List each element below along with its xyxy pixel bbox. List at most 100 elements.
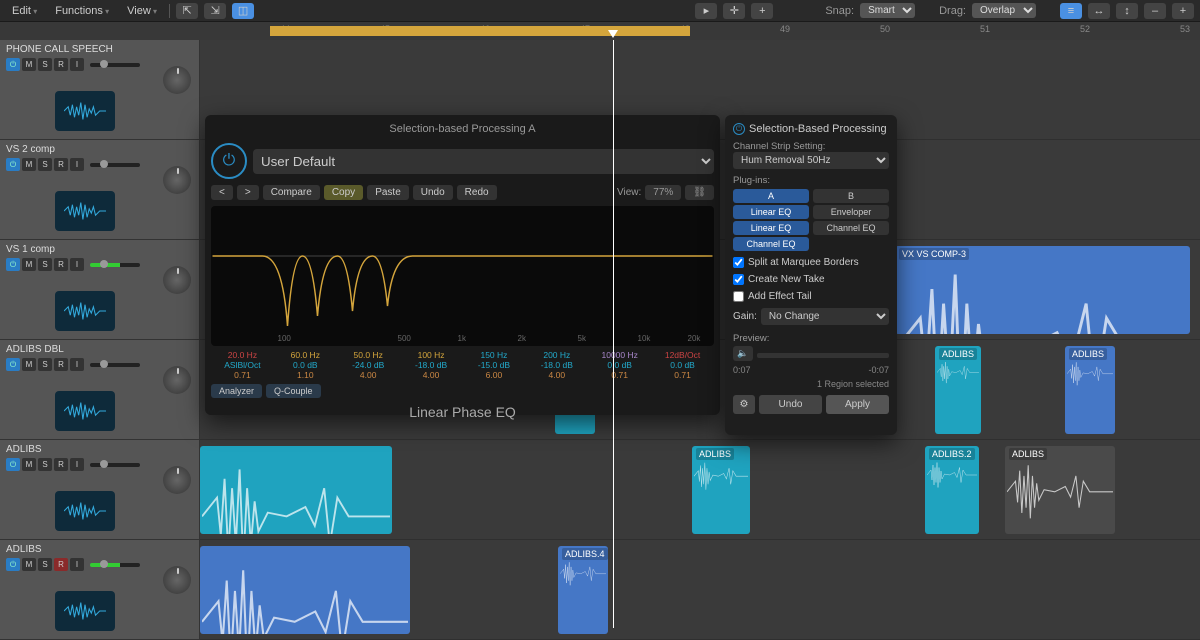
pan-knob[interactable] — [163, 466, 191, 494]
eq-band[interactable]: 20.0 HzASlBl/Oct0.71 — [211, 350, 274, 380]
mute-button[interactable]: M — [22, 458, 36, 471]
track-header[interactable]: VS 2 comp ⏻MSRI — [0, 140, 200, 240]
audio-region[interactable]: ADLIBS — [692, 446, 750, 534]
solo-button[interactable]: S — [38, 258, 52, 271]
drag-select[interactable]: Overlap — [972, 3, 1036, 18]
undo-button[interactable]: Undo — [759, 395, 822, 414]
record-button[interactable]: R — [54, 258, 68, 271]
css-select[interactable]: Hum Removal 50Hz — [733, 152, 889, 169]
power-button[interactable]: ⏻ — [6, 158, 20, 171]
snap-select[interactable]: Smart — [860, 3, 915, 18]
eq-band[interactable]: 60.0 Hz0.0 dB1.10 — [274, 350, 337, 380]
sbp-panel[interactable]: ⏻Selection-Based Processing Channel Stri… — [725, 115, 897, 435]
analyzer-tab[interactable]: Analyzer — [211, 384, 262, 398]
zoom-in-icon[interactable]: + — [1172, 3, 1194, 19]
preview-slider[interactable] — [757, 353, 889, 358]
audio-region[interactable] — [200, 546, 410, 634]
power-button[interactable]: ⏻ — [6, 358, 20, 371]
plugin-slot[interactable]: Linear EQ — [733, 205, 809, 219]
record-button[interactable]: R — [54, 358, 68, 371]
undo-button[interactable]: Undo — [413, 185, 453, 200]
mute-button[interactable]: M — [22, 258, 36, 271]
eq-band[interactable]: 100 Hz-18.0 dB4.00 — [400, 350, 463, 380]
volume-slider[interactable] — [90, 263, 140, 267]
plugin-slot[interactable]: Linear EQ — [733, 221, 809, 235]
apply-button[interactable]: Apply — [826, 395, 889, 414]
mute-button[interactable]: M — [22, 158, 36, 171]
speaker-icon[interactable]: 🔈 — [733, 346, 753, 361]
eq-band[interactable]: 200 Hz-18.0 dB4.00 — [525, 350, 588, 380]
paste-button[interactable]: Paste — [367, 185, 409, 200]
eq-band[interactable]: 10000 Hz0.0 dB0.71 — [588, 350, 651, 380]
zoom-out-icon[interactable]: – — [1144, 3, 1166, 19]
zoom-h-icon[interactable]: ↔ — [1088, 3, 1110, 19]
newtake-checkbox[interactable]: Create New Take — [733, 274, 889, 285]
mute-button[interactable]: M — [22, 358, 36, 371]
edit-menu[interactable]: Edit — [6, 3, 43, 19]
view-zoom[interactable]: 77% — [645, 185, 681, 200]
track-header[interactable]: ADLIBS ⏻MSRI — [0, 440, 200, 540]
eq-band[interactable]: 50.0 Hz-24.0 dB4.00 — [337, 350, 400, 380]
pan-knob[interactable] — [163, 366, 191, 394]
volume-slider[interactable] — [90, 163, 140, 167]
record-button[interactable]: R — [54, 558, 68, 571]
catch-icon[interactable]: ⇲ — [204, 3, 226, 19]
waveform-icon[interactable]: ≡ — [1060, 3, 1082, 19]
audio-region[interactable]: ADLIBS — [1005, 446, 1115, 534]
pan-knob[interactable] — [163, 566, 191, 594]
solo-button[interactable]: S — [38, 358, 52, 371]
eq-band[interactable]: 12dB/Oct0.0 dB0.71 — [651, 350, 714, 380]
view-menu[interactable]: View — [121, 3, 163, 19]
plugin-power-icon[interactable]: ⏻ — [211, 143, 247, 179]
qcouple-tab[interactable]: Q-Couple — [266, 384, 321, 398]
audio-region[interactable]: ADLIBS.4 — [558, 546, 608, 634]
input-button[interactable]: I — [70, 558, 84, 571]
track-header[interactable]: PHONE CALL SPEECH ⏻MSRI — [0, 40, 200, 140]
input-button[interactable]: I — [70, 58, 84, 71]
pan-knob[interactable] — [163, 266, 191, 294]
compare-button[interactable]: Compare — [263, 185, 320, 200]
link-icon[interactable]: ⛓ — [685, 185, 714, 200]
audio-region[interactable]: VX VS COMP-3 — [895, 246, 1190, 334]
marquee-tool-icon[interactable]: ✛ — [723, 3, 745, 19]
track-header[interactable]: VS 1 comp ⏻MSRI — [0, 240, 200, 340]
volume-slider[interactable] — [90, 463, 140, 467]
solo-button[interactable]: S — [38, 58, 52, 71]
power-button[interactable]: ⏻ — [6, 458, 20, 471]
prev-preset-button[interactable]: < — [211, 185, 233, 200]
audio-region[interactable] — [200, 446, 392, 534]
zoom-v-icon[interactable]: ↕ — [1116, 3, 1138, 19]
mute-button[interactable]: M — [22, 58, 36, 71]
power-button[interactable]: ⏻ — [6, 58, 20, 71]
pointer-tool-icon[interactable]: ▸ — [695, 3, 717, 19]
plugin-slot[interactable]: Channel EQ — [733, 237, 809, 251]
redo-button[interactable]: Redo — [457, 185, 497, 200]
pan-knob[interactable] — [163, 66, 191, 94]
gear-icon[interactable]: ⚙ — [733, 395, 755, 414]
volume-slider[interactable] — [90, 363, 140, 367]
volume-slider[interactable] — [90, 563, 140, 567]
track-header[interactable]: ADLIBS ⏻MSRI — [0, 540, 200, 640]
playhead[interactable] — [613, 40, 614, 628]
plugin-slot[interactable]: Enveloper — [813, 205, 889, 219]
solo-button[interactable]: S — [38, 158, 52, 171]
timeline-ruler[interactable]: 44 45 46 47 48 49 50 51 52 53 — [0, 22, 1200, 40]
audio-region[interactable]: ADLIBS.2 — [925, 446, 979, 534]
volume-slider[interactable] — [90, 63, 140, 67]
record-button[interactable]: R — [54, 58, 68, 71]
pan-knob[interactable] — [163, 166, 191, 194]
cycle-range[interactable] — [270, 26, 690, 36]
eq-display[interactable]: 100 500 1k 2k 5k 10k 20k — [211, 206, 714, 346]
plugin-slot[interactable]: Channel EQ — [813, 221, 889, 235]
preset-select[interactable]: User Default — [253, 149, 714, 174]
input-button[interactable]: I — [70, 258, 84, 271]
solo-button[interactable]: S — [38, 558, 52, 571]
gain-select[interactable]: No Change — [761, 308, 889, 325]
record-button[interactable]: R — [54, 158, 68, 171]
audio-region[interactable]: ADLIBS — [935, 346, 981, 434]
next-preset-button[interactable]: > — [237, 185, 259, 200]
column-a-button[interactable]: A — [733, 189, 809, 203]
input-button[interactable]: I — [70, 158, 84, 171]
record-button[interactable]: R — [54, 458, 68, 471]
split-checkbox[interactable]: Split at Marquee Borders — [733, 257, 889, 268]
